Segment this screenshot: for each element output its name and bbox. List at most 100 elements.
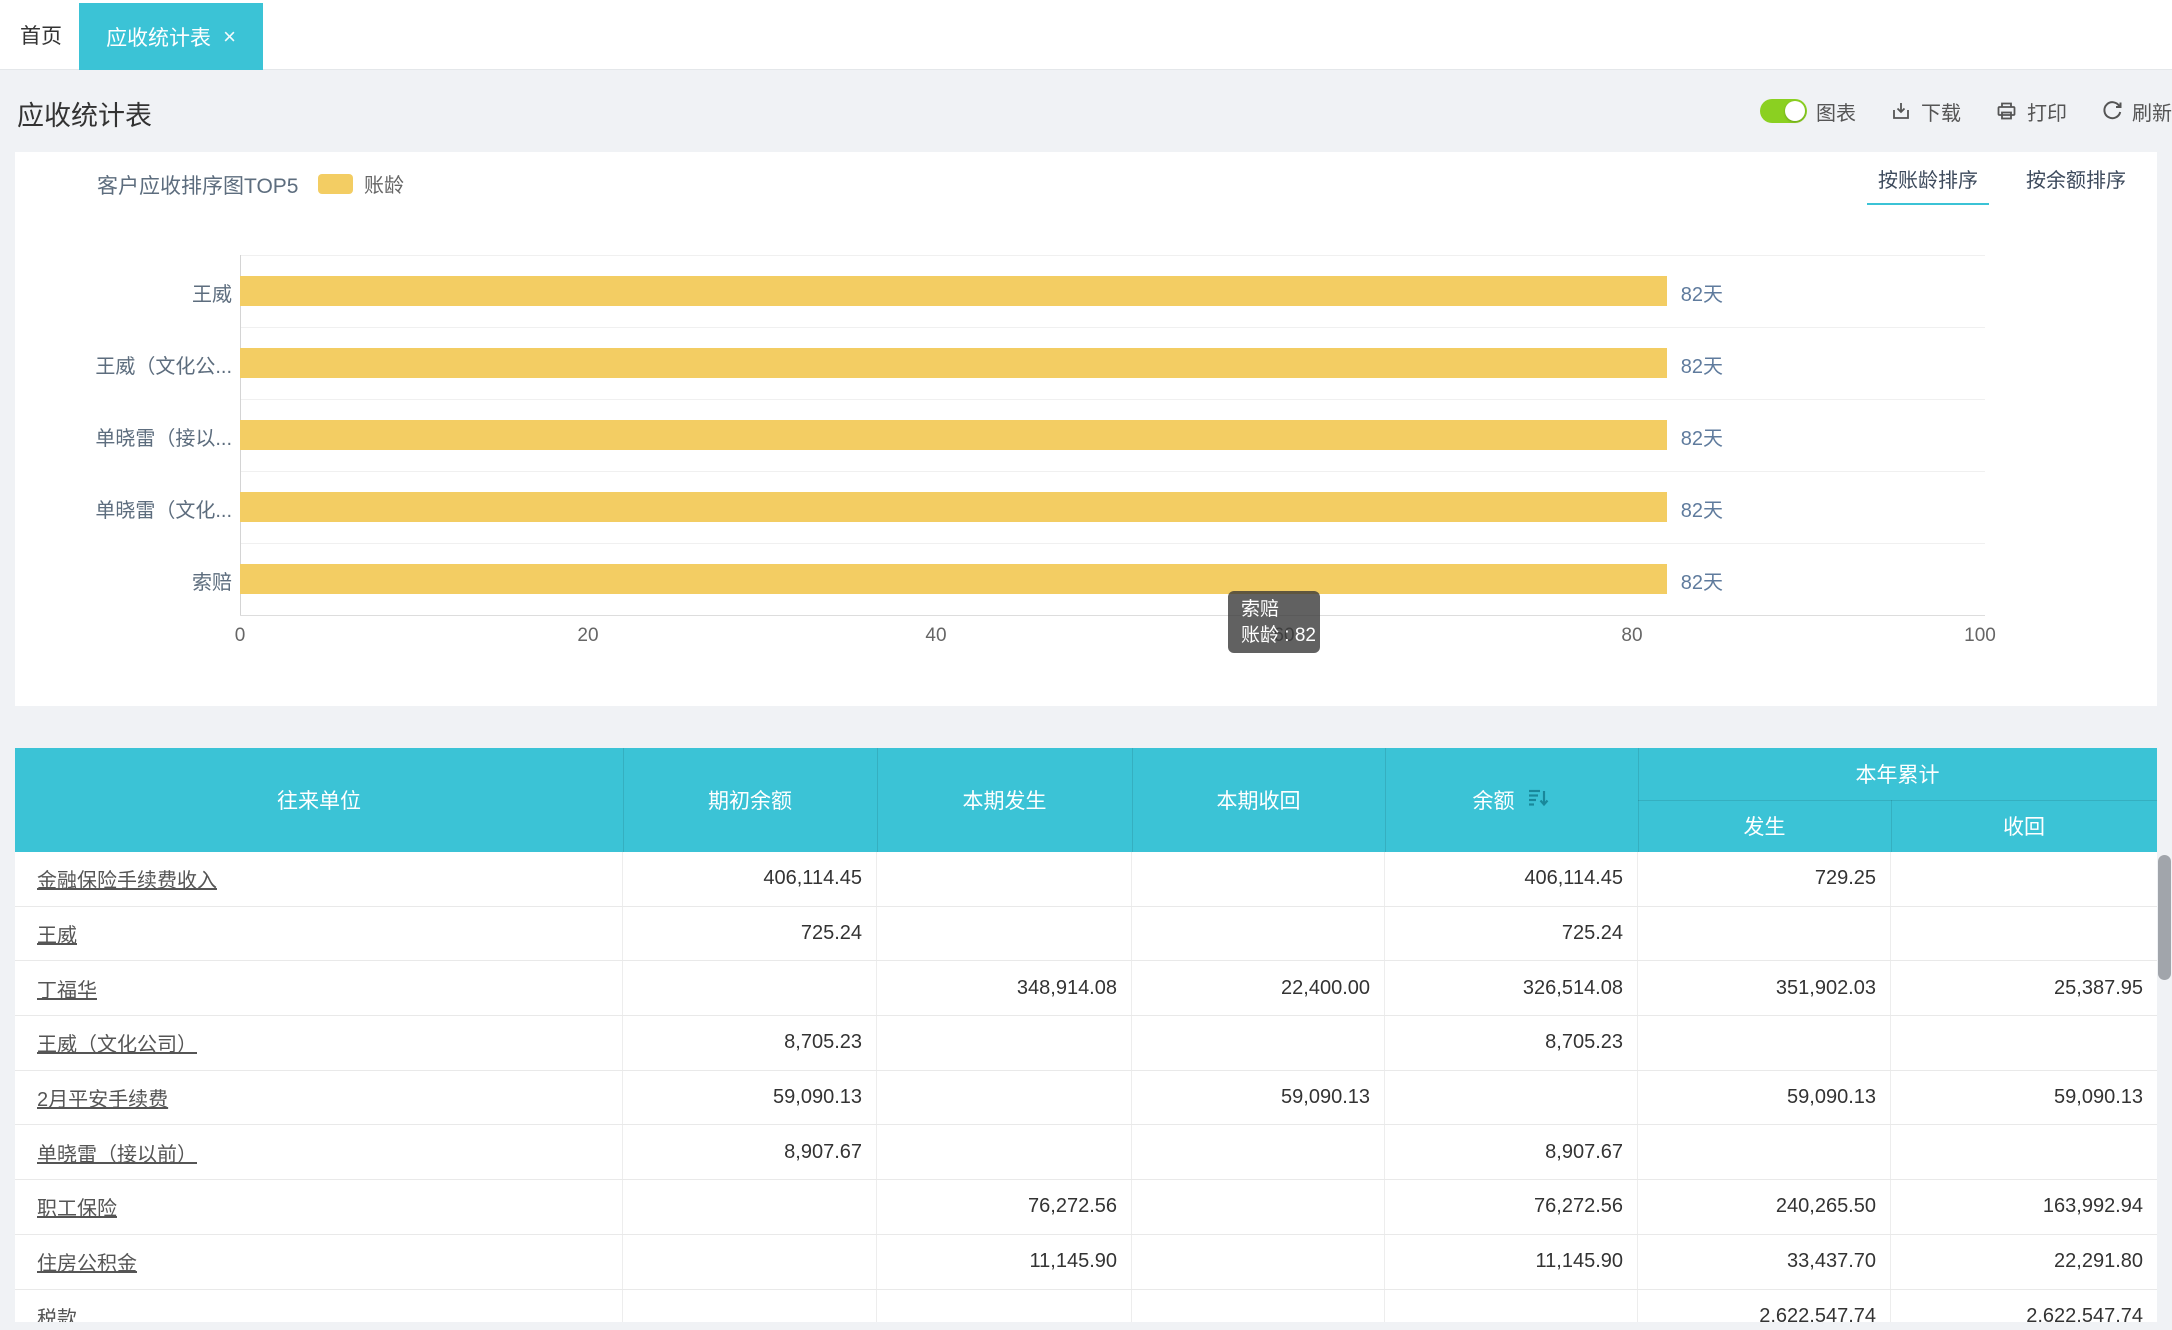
partner-link[interactable]: 职工保险 (15, 1180, 623, 1234)
amount-cell (1132, 906, 1385, 961)
tooltip-value: 账龄 : 82 (1241, 625, 1316, 646)
header-divider (623, 748, 624, 852)
partner-link[interactable]: 金融保险手续费收入 (15, 852, 623, 906)
amount-cell (877, 1070, 1132, 1125)
legend-item-age[interactable]: 账龄 (318, 169, 404, 198)
bar-value-label: 82天 (1680, 356, 1724, 378)
download-label: 下载 (1921, 102, 1961, 125)
bar[interactable] (240, 420, 1667, 450)
amount-cell: 8,907.67 (623, 1125, 877, 1180)
table-row: 丁福华 348,914.08 22,400.00 326,514.08 351,902.… (15, 961, 2157, 1017)
page-header: 应收统计表 图表 下载 打印 刷新 (0, 70, 2172, 152)
amount-cell (1638, 1016, 1891, 1070)
bar-value-label: 82天 (1680, 500, 1724, 522)
col-header-balance[interactable]: 余额 (1385, 748, 1638, 852)
amount-cell: 8,907.67 (1385, 1125, 1638, 1180)
partner-link[interactable]: 王威（文化公司） (15, 1016, 623, 1070)
partner-link[interactable]: 住房公积金 (15, 1234, 623, 1289)
bar[interactable] (240, 564, 1667, 594)
amount-cell (1132, 1180, 1385, 1234)
table-row: 住房公积金 11,145.90 11,145.90 33,437.70 22,291.8… (15, 1234, 2157, 1290)
chart-toggle[interactable] (1760, 99, 1807, 123)
print-button[interactable]: 打印 (1995, 97, 2067, 126)
amount-cell: 59,090.13 (623, 1070, 877, 1125)
x-axis-tick: 100 (1964, 625, 1996, 646)
partner-link[interactable]: 单晓雷（接以前） (15, 1125, 623, 1180)
col-header-partner: 往来单位 (277, 790, 361, 813)
refresh-icon (2101, 100, 2123, 122)
category-label: 索赔 (192, 572, 232, 594)
category-label: 王威 (192, 284, 232, 306)
amount-cell: 11,145.90 (1385, 1234, 1638, 1289)
sort-by-balance-tab[interactable]: 按余额排序 (2015, 164, 2137, 205)
tab-home[interactable]: 首页 (20, 0, 62, 70)
chart-toggle-group: 图表 (1760, 97, 1856, 126)
chart-tooltip: 索赔 账龄 : 82 (1228, 591, 1320, 653)
amount-cell: 351,902.03 (1638, 961, 1891, 1016)
x-axis-tick: 40 (925, 625, 947, 646)
chart-toggle-label: 图表 (1816, 102, 1856, 125)
category-split-line (240, 327, 1985, 328)
header-controls: 图表 下载 打印 刷新 (1760, 70, 2172, 152)
category-split-line (240, 471, 1985, 472)
refresh-button[interactable]: 刷新 (2101, 97, 2172, 126)
chart-card: 客户应收排序图TOP5 账龄 按账龄排序 按余额排序 索赔 账龄 : 82 王威… (15, 152, 2157, 706)
table-row: 王威（文化公司） 8,705.23 8,705.23 (15, 1016, 2157, 1071)
tab-bar: 首页 应收统计表 × (0, 0, 2172, 70)
download-icon (1890, 100, 1912, 122)
amount-cell: 725.24 (1385, 906, 1638, 961)
table-row: 2月平安手续费 59,090.13 59,090.13 59,090.13 59,090… (15, 1070, 2157, 1126)
amount-cell (1638, 906, 1891, 961)
sort-by-age-tab[interactable]: 按账龄排序 (1867, 164, 1989, 205)
category-split-line (240, 615, 1985, 616)
amount-cell: 59,090.13 (1132, 1070, 1385, 1125)
tab-receivable-stats[interactable]: 应收统计表 × (79, 3, 263, 70)
amount-cell: 725.24 (623, 906, 877, 961)
tab-close-icon[interactable]: × (223, 25, 236, 48)
amount-cell (1891, 1016, 2157, 1070)
amount-cell: 348,914.08 (877, 961, 1132, 1016)
bar[interactable] (240, 492, 1667, 522)
header-divider (1638, 800, 2157, 801)
partner-link[interactable]: 丁福华 (15, 961, 623, 1016)
download-button[interactable]: 下载 (1890, 97, 1961, 126)
col-header-ytd-received: 收回 (2003, 816, 2045, 839)
header-divider (1385, 748, 1386, 852)
bar[interactable] (240, 276, 1667, 306)
bar[interactable] (240, 348, 1667, 378)
legend-label: 账龄 (364, 175, 404, 197)
amount-cell (877, 852, 1132, 906)
amount-cell: 406,114.45 (623, 852, 877, 906)
amount-cell: 163,992.94 (2042, 1195, 2143, 1218)
sort-descending-icon[interactable] (1525, 784, 1551, 816)
amount-cell (877, 1016, 1132, 1070)
category-split-line (240, 399, 1985, 400)
tooltip-series-name: 索赔 (1241, 599, 1280, 620)
category-label: 王威（文化公... (95, 356, 232, 378)
receivable-table: 往来单位 期初余额 本期发生 本期收回 余额 本年累计 发生 收回 金融保险手续… (15, 748, 2157, 1330)
partner-link[interactable]: 2月平安手续费 (15, 1070, 623, 1125)
amount-cell: 76,272.56 (1385, 1180, 1638, 1234)
amount-cell (1385, 1070, 1638, 1125)
category-label: 单晓雷（接以... (95, 428, 232, 450)
amount-cell (1132, 852, 1385, 906)
vertical-scrollbar-thumb[interactable] (2158, 855, 2171, 980)
amount-cell (877, 906, 1132, 961)
amount-cell: 11,145.90 (877, 1234, 1132, 1289)
amount-cell (1891, 907, 2157, 961)
x-axis-tick: 80 (1621, 625, 1643, 646)
col-header-ytd-incurred: 发生 (1743, 816, 1786, 839)
table-row: 职工保险 76,272.56 76,272.56 240,265.50 163,992.… (15, 1180, 2157, 1235)
col-header-balance-label: 余额 (1472, 790, 1515, 813)
partner-link[interactable]: 王威 (15, 906, 623, 961)
amount-cell (623, 1234, 877, 1289)
table-header: 往来单位 期初余额 本期发生 本期收回 余额 本年累计 发生 收回 (15, 748, 2157, 852)
category-label: 单晓雷（文化... (95, 500, 232, 522)
amount-cell (1638, 1125, 1891, 1180)
amount-cell: 59,090.13 (1638, 1070, 1891, 1125)
amount-cell (1891, 852, 2157, 906)
amount-cell (623, 1180, 877, 1234)
amount-cell (623, 961, 877, 1016)
tab-active-label: 应收统计表 (106, 26, 212, 50)
bar-value-label: 82天 (1680, 284, 1724, 306)
